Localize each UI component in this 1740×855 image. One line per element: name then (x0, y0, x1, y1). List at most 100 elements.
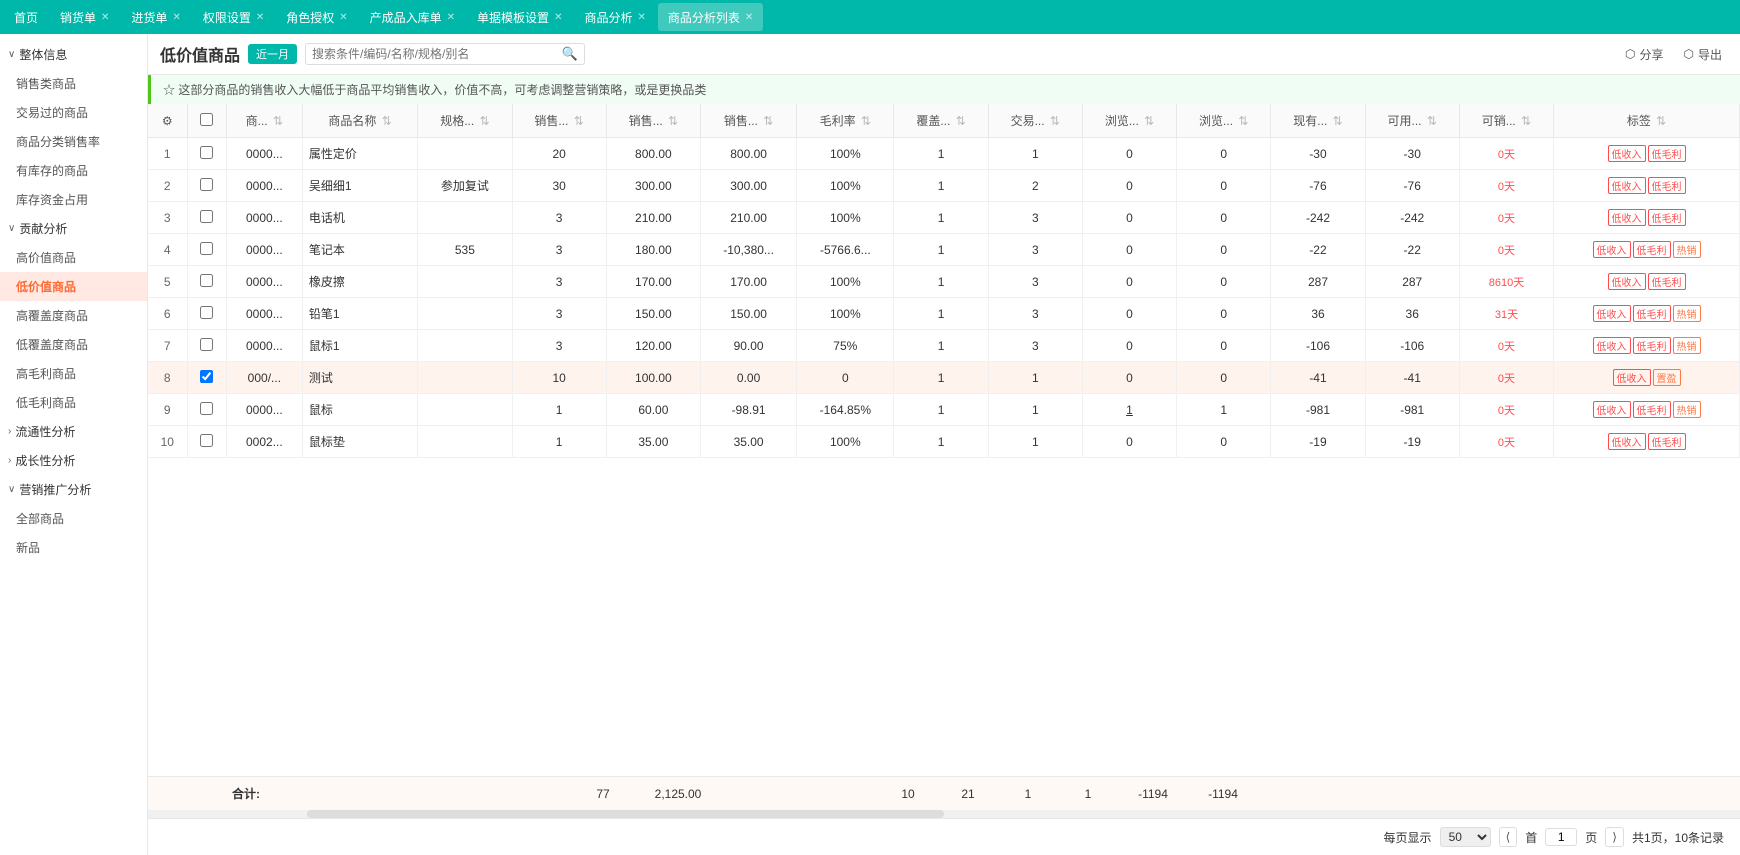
td-checkbox[interactable] (187, 266, 226, 298)
nav-role-auth[interactable]: 角色授权 ✕ (276, 3, 357, 31)
export-label: 导出 (1698, 46, 1722, 63)
th-current-stock[interactable]: 现有... ⇅ (1271, 104, 1365, 138)
search-input[interactable] (312, 47, 558, 61)
total-info: 共1页，10条记录 (1632, 829, 1724, 846)
td-checkbox[interactable] (187, 234, 226, 266)
nav-product-instock[interactable]: 产成品入库单 ✕ (360, 3, 465, 31)
td-spec (418, 330, 512, 362)
sidebar-item-sales-products[interactable]: 销售类商品 (0, 69, 147, 98)
tag: 低毛利 (1648, 145, 1686, 162)
td-num: 4 (148, 234, 187, 266)
sidebar-group-growth[interactable]: ›成长性分析 (0, 446, 147, 475)
sidebar-item-inventory-capital[interactable]: 库存资金占用 (0, 185, 147, 214)
nav-receipt-template[interactable]: 单据模板设置 ✕ (467, 3, 572, 31)
sidebar-group-marketing[interactable]: ∨营销推广分析 (0, 475, 147, 504)
th-trade[interactable]: 交易... ⇅ (988, 104, 1082, 138)
nav-home[interactable]: 首页 (4, 3, 48, 31)
nav-purchase-order[interactable]: 进货单 ✕ (121, 3, 190, 31)
td-checkbox[interactable] (187, 170, 226, 202)
select-all-checkbox[interactable] (200, 113, 213, 126)
td-checkbox[interactable] (187, 138, 226, 170)
th-spec[interactable]: 规格... ⇅ (418, 104, 512, 138)
table-row[interactable]: 9 0000... 鼠标 1 60.00 -98.91 -164.85% 1 1… (148, 394, 1740, 426)
th-checkbox (187, 104, 226, 138)
sidebar-group-contribution[interactable]: ∨贡献分析 (0, 214, 147, 243)
filter-recent-month-btn[interactable]: 近一月 (248, 44, 297, 64)
nav-sales-order[interactable]: 销货单 ✕ (50, 3, 119, 31)
sidebar-item-low-value[interactable]: 低价值商品 (0, 272, 147, 301)
td-tags: 低收入低毛利 (1554, 170, 1740, 202)
td-checkbox[interactable] (187, 394, 226, 426)
th-browse1[interactable]: 浏览... ⇅ (1082, 104, 1176, 138)
close-icon[interactable]: ✕ (637, 12, 645, 23)
th-code[interactable]: 商... ⇅ (226, 104, 302, 138)
table-row[interactable]: 1 0000... 属性定价 20 800.00 800.00 100% 1 1… (148, 138, 1740, 170)
td-trade: 3 (988, 330, 1082, 362)
td-name: 鼠标 (302, 394, 417, 426)
close-icon[interactable]: ✕ (745, 12, 753, 23)
th-available[interactable]: 可用... ⇅ (1365, 104, 1459, 138)
sidebar-item-high-margin[interactable]: 高毛利商品 (0, 359, 147, 388)
td-browse1: 0 (1082, 138, 1176, 170)
td-browse2: 0 (1177, 202, 1271, 234)
sidebar-item-high-coverage[interactable]: 高覆盖度商品 (0, 301, 147, 330)
th-margin-rate[interactable]: 毛利率 ⇅ (797, 104, 894, 138)
table-row[interactable]: 6 0000... 铅笔1 3 150.00 150.00 100% 1 3 0… (148, 298, 1740, 330)
th-browse2[interactable]: 浏览... ⇅ (1177, 104, 1271, 138)
table-row[interactable]: 8 000/... 测试 10 100.00 0.00 0 1 1 0 0 -4… (148, 362, 1740, 394)
table-row[interactable]: 5 0000... 橡皮擦 3 170.00 170.00 100% 1 3 0… (148, 266, 1740, 298)
close-icon[interactable]: ✕ (256, 12, 264, 23)
th-sales1[interactable]: 销售... ⇅ (512, 104, 606, 138)
th-sales3[interactable]: 销售... ⇅ (700, 104, 796, 138)
sidebar-item-low-coverage[interactable]: 低覆盖度商品 (0, 330, 147, 359)
sidebar-group-overall[interactable]: ∨整体信息 (0, 40, 147, 69)
sidebar-item-low-margin[interactable]: 低毛利商品 (0, 388, 147, 417)
th-sales2[interactable]: 销售... ⇅ (606, 104, 700, 138)
export-button[interactable]: ⬡ 导出 (1678, 44, 1729, 65)
td-tags: 低收入低毛利 (1554, 266, 1740, 298)
share-button[interactable]: ⬡ 分享 (1619, 44, 1670, 65)
chevron-right-icon: › (8, 455, 11, 466)
close-icon[interactable]: ✕ (447, 12, 455, 23)
tag: 热销 (1673, 401, 1701, 418)
td-checkbox[interactable] (187, 362, 226, 394)
th-sellable[interactable]: 可销... ⇅ (1459, 104, 1553, 138)
th-name[interactable]: 商品名称 ⇅ (302, 104, 417, 138)
sidebar-item-high-value[interactable]: 高价值商品 (0, 243, 147, 272)
table-row[interactable]: 2 0000... 吴细细1 参加复试 30 300.00 300.00 100… (148, 170, 1740, 202)
td-sales1: 3 (512, 202, 606, 234)
td-checkbox[interactable] (187, 202, 226, 234)
nav-product-analysis[interactable]: 商品分析 ✕ (574, 3, 655, 31)
td-browse1: 0 (1082, 266, 1176, 298)
td-checkbox[interactable] (187, 330, 226, 362)
close-icon[interactable]: ✕ (172, 12, 180, 23)
table-row[interactable]: 7 0000... 鼠标1 3 120.00 90.00 75% 1 3 0 0… (148, 330, 1740, 362)
page-number-input[interactable] (1545, 828, 1577, 846)
search-icon[interactable]: 🔍 (562, 46, 578, 62)
td-checkbox[interactable] (187, 426, 226, 458)
sidebar-item-stocked-products[interactable]: 有库存的商品 (0, 156, 147, 185)
td-coverage: 1 (894, 394, 988, 426)
page-size-select[interactable]: 50 100 200 (1440, 827, 1491, 847)
sidebar-item-new-products[interactable]: 新品 (0, 533, 147, 562)
sidebar-group-circulation[interactable]: ›流通性分析 (0, 417, 147, 446)
close-icon[interactable]: ✕ (339, 12, 347, 23)
th-settings[interactable]: ⚙ (148, 104, 187, 138)
first-page-btn[interactable]: ⟨ (1499, 827, 1518, 847)
td-sales3: 90.00 (700, 330, 796, 362)
td-checkbox[interactable] (187, 298, 226, 330)
close-icon[interactable]: ✕ (101, 12, 109, 23)
nav-product-analysis-list[interactable]: 商品分析列表 ✕ (658, 3, 763, 31)
th-tags[interactable]: 标签 ⇅ (1554, 104, 1740, 138)
close-icon[interactable]: ✕ (554, 12, 562, 23)
table-row[interactable]: 10 0002... 鼠标垫 1 35.00 35.00 100% 1 1 0 … (148, 426, 1740, 458)
nav-permission-settings[interactable]: 权限设置 ✕ (193, 3, 274, 31)
table-row[interactable]: 4 0000... 笔记本 535 3 180.00 -10,380... -5… (148, 234, 1740, 266)
sidebar-item-all-products[interactable]: 全部商品 (0, 504, 147, 533)
table-row[interactable]: 3 0000... 电话机 3 210.00 210.00 100% 1 3 0… (148, 202, 1740, 234)
td-spec (418, 426, 512, 458)
sidebar-item-traded-products[interactable]: 交易过的商品 (0, 98, 147, 127)
th-coverage[interactable]: 覆盖... ⇅ (894, 104, 988, 138)
next-page-btn[interactable]: ⟩ (1605, 827, 1624, 847)
sidebar-item-category-sales-rate[interactable]: 商品分类销售率 (0, 127, 147, 156)
